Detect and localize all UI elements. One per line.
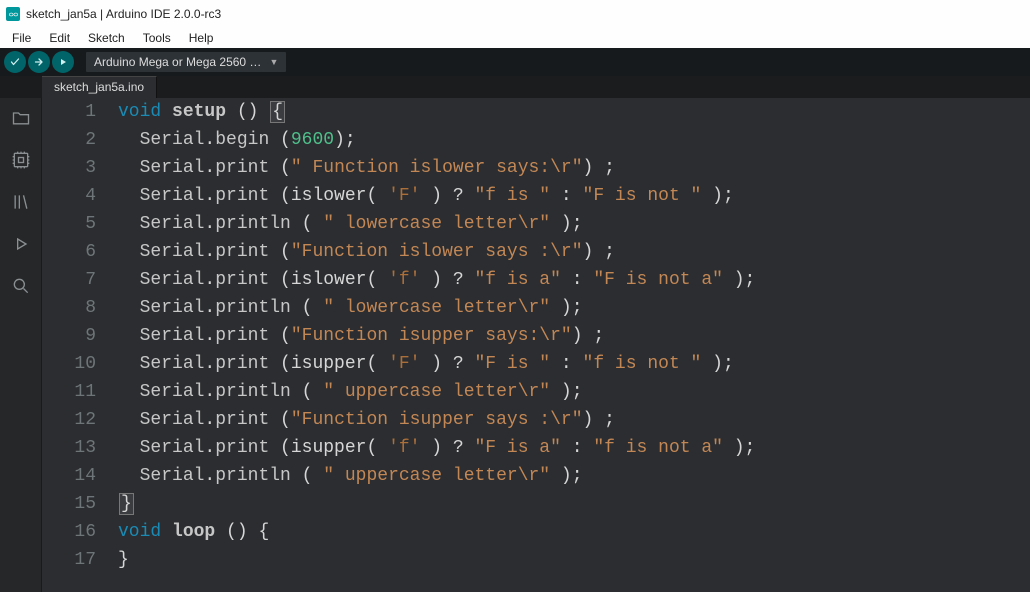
code-text: Serial.print (" Function islower says:\r… bbox=[114, 154, 1030, 182]
line-number: 17 bbox=[42, 546, 114, 574]
menu-item-tools[interactable]: Tools bbox=[135, 30, 179, 46]
code-text: Serial.begin (9600); bbox=[114, 126, 1030, 154]
code-line: 10 Serial.print (isupper( 'F' ) ? "F is … bbox=[42, 350, 1030, 378]
board-icon[interactable] bbox=[7, 146, 35, 174]
editor-tab[interactable]: sketch_jan5a.ino bbox=[42, 76, 157, 98]
line-number: 16 bbox=[42, 518, 114, 546]
window-title: sketch_jan5a | Arduino IDE 2.0.0-rc3 bbox=[26, 7, 221, 21]
code-text: Serial.print ("Function islower says :\r… bbox=[114, 238, 1030, 266]
debug-icon[interactable] bbox=[7, 230, 35, 258]
line-number: 9 bbox=[42, 322, 114, 350]
line-number: 3 bbox=[42, 154, 114, 182]
library-icon[interactable] bbox=[7, 188, 35, 216]
line-number: 7 bbox=[42, 266, 114, 294]
code-line: 5 Serial.println ( " lowercase letter\r"… bbox=[42, 210, 1030, 238]
line-number: 8 bbox=[42, 294, 114, 322]
line-number: 2 bbox=[42, 126, 114, 154]
chevron-down-icon: ▼ bbox=[269, 57, 278, 67]
code-line: 2 Serial.begin (9600); bbox=[42, 126, 1030, 154]
line-number: 10 bbox=[42, 350, 114, 378]
code-text: Serial.println ( " uppercase letter\r" )… bbox=[114, 462, 1030, 490]
workspace: 1void setup () {2 Serial.begin (9600);3 … bbox=[0, 98, 1030, 592]
line-number: 6 bbox=[42, 238, 114, 266]
code-line: 16void loop () { bbox=[42, 518, 1030, 546]
code-line: 15} bbox=[42, 490, 1030, 518]
code-line: 12 Serial.print ("Function isupper says … bbox=[42, 406, 1030, 434]
code-text: Serial.print (islower( 'F' ) ? "f is " :… bbox=[114, 182, 1030, 210]
code-line: 7 Serial.print (islower( 'f' ) ? "f is a… bbox=[42, 266, 1030, 294]
window-titlebar: sketch_jan5a | Arduino IDE 2.0.0-rc3 bbox=[0, 0, 1030, 28]
code-line: 6 Serial.print ("Function islower says :… bbox=[42, 238, 1030, 266]
line-number: 11 bbox=[42, 378, 114, 406]
line-number: 5 bbox=[42, 210, 114, 238]
code-text: Serial.print (isupper( 'F' ) ? "F is " :… bbox=[114, 350, 1030, 378]
code-line: 11 Serial.println ( " uppercase letter\r… bbox=[42, 378, 1030, 406]
code-text: } bbox=[114, 490, 1030, 518]
search-icon[interactable] bbox=[7, 272, 35, 300]
arduino-app-icon bbox=[6, 7, 20, 21]
code-line: 13 Serial.print (isupper( 'f' ) ? "F is … bbox=[42, 434, 1030, 462]
code-line: 14 Serial.println ( " uppercase letter\r… bbox=[42, 462, 1030, 490]
toolbar: Arduino Mega or Mega 2560 … ▼ bbox=[0, 48, 1030, 76]
line-number: 13 bbox=[42, 434, 114, 462]
code-text: Serial.println ( " uppercase letter\r" )… bbox=[114, 378, 1030, 406]
code-text: Serial.println ( " lowercase letter\r" )… bbox=[114, 294, 1030, 322]
verify-button[interactable] bbox=[4, 51, 26, 73]
line-number: 14 bbox=[42, 462, 114, 490]
code-line: 9 Serial.print ("Function isupper says:\… bbox=[42, 322, 1030, 350]
code-line: 3 Serial.print (" Function islower says:… bbox=[42, 154, 1030, 182]
board-selector[interactable]: Arduino Mega or Mega 2560 … ▼ bbox=[86, 52, 286, 72]
code-text: Serial.println ( " lowercase letter\r" )… bbox=[114, 210, 1030, 238]
upload-button[interactable] bbox=[28, 51, 50, 73]
code-line: 4 Serial.print (islower( 'F' ) ? "f is "… bbox=[42, 182, 1030, 210]
code-text: void loop () { bbox=[114, 518, 1030, 546]
menu-item-file[interactable]: File bbox=[4, 30, 39, 46]
code-text: Serial.print ("Function isupper says :\r… bbox=[114, 406, 1030, 434]
folder-icon[interactable] bbox=[7, 104, 35, 132]
line-number: 1 bbox=[42, 98, 114, 126]
code-text: } bbox=[114, 546, 1030, 574]
menu-item-sketch[interactable]: Sketch bbox=[80, 30, 133, 46]
code-line: 1void setup () { bbox=[42, 98, 1030, 126]
code-text: Serial.print (isupper( 'f' ) ? "F is a" … bbox=[114, 434, 1030, 462]
code-editor[interactable]: 1void setup () {2 Serial.begin (9600);3 … bbox=[42, 98, 1030, 592]
board-selector-label: Arduino Mega or Mega 2560 … bbox=[94, 55, 261, 69]
line-number: 12 bbox=[42, 406, 114, 434]
menu-item-edit[interactable]: Edit bbox=[41, 30, 78, 46]
code-text: void setup () { bbox=[114, 98, 1030, 126]
editor-tabstrip: sketch_jan5a.ino bbox=[0, 76, 1030, 98]
menubar: FileEditSketchToolsHelp bbox=[0, 28, 1030, 48]
code-line: 8 Serial.println ( " lowercase letter\r"… bbox=[42, 294, 1030, 322]
menu-item-help[interactable]: Help bbox=[181, 30, 222, 46]
line-number: 4 bbox=[42, 182, 114, 210]
debug-button[interactable] bbox=[52, 51, 74, 73]
line-number: 15 bbox=[42, 490, 114, 518]
activity-bar bbox=[0, 98, 42, 592]
code-text: Serial.print ("Function isupper says:\r"… bbox=[114, 322, 1030, 350]
code-line: 17} bbox=[42, 546, 1030, 574]
code-text: Serial.print (islower( 'f' ) ? "f is a" … bbox=[114, 266, 1030, 294]
